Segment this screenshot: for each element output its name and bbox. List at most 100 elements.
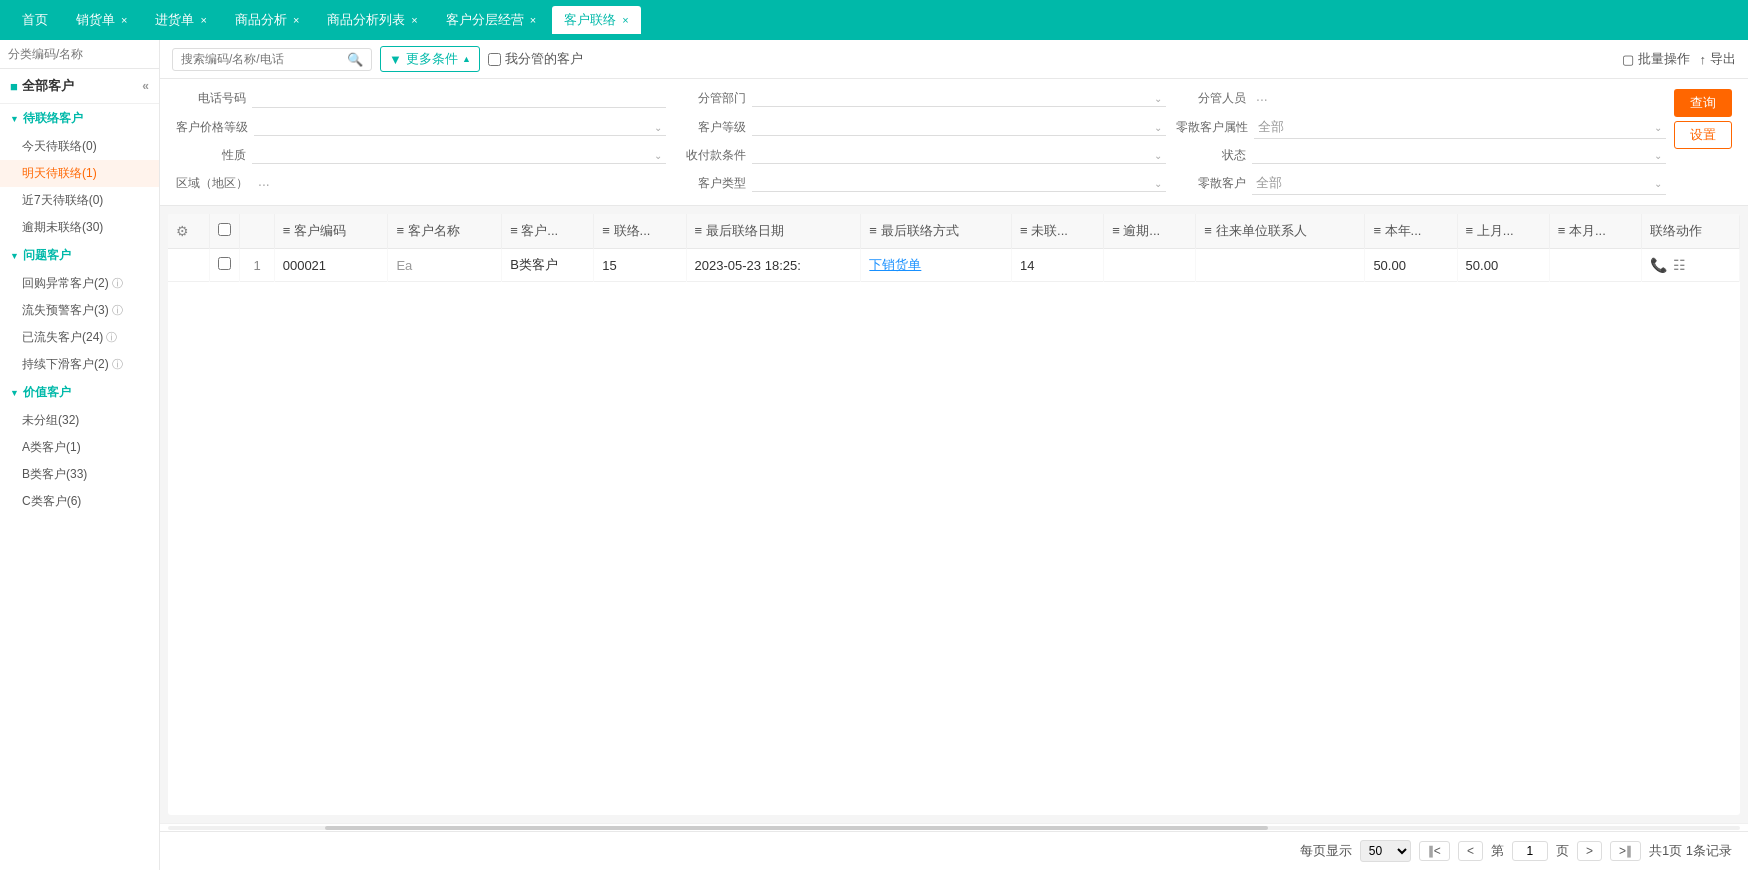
export-button[interactable]: ↑ 导出 bbox=[1700, 50, 1737, 68]
nav-close-icon[interactable]: × bbox=[200, 14, 206, 26]
nav-close-icon[interactable]: × bbox=[293, 14, 299, 26]
col-unit-contact[interactable]: ≡ 往来单位联系人 bbox=[1196, 214, 1365, 249]
nav-item-客户联络[interactable]: 客户联络× bbox=[552, 6, 640, 34]
col-code[interactable]: ≡ 客户编码 bbox=[274, 214, 388, 249]
customer-level-label: 客户等级 bbox=[676, 119, 746, 136]
nav-close-icon[interactable]: × bbox=[530, 14, 536, 26]
ctype-label: 客户类型 bbox=[676, 175, 746, 192]
ctype-select[interactable]: ⌄ bbox=[752, 176, 1166, 192]
col-type[interactable]: ≡ 客户... bbox=[502, 214, 594, 249]
sidebar-item[interactable]: 已流失客户(24) ⓘ bbox=[0, 324, 159, 351]
my-customers-check[interactable] bbox=[488, 53, 501, 66]
search-icon[interactable]: 🔍 bbox=[347, 52, 363, 67]
dept-label: 分管部门 bbox=[676, 90, 746, 107]
sidebar-item[interactable]: 未分组(32) bbox=[0, 407, 159, 434]
col-last-method[interactable]: ≡ 最后联络方式 bbox=[861, 214, 1012, 249]
filter-panel: 电话号码 分管部门 ⌄ 分管人员 ··· bbox=[160, 79, 1748, 206]
dept-select[interactable]: ⌄ bbox=[752, 91, 1166, 107]
my-customers-checkbox[interactable]: 我分管的客户 bbox=[488, 50, 583, 68]
sidebar-item[interactable]: A类客户(1) bbox=[0, 434, 159, 461]
col-settings[interactable]: ⚙ bbox=[168, 214, 210, 249]
row-last-method[interactable]: 下销货单 bbox=[861, 249, 1012, 282]
region-dots[interactable]: ··· bbox=[254, 176, 274, 192]
page-number-input[interactable] bbox=[1512, 841, 1548, 861]
batch-op-button[interactable]: ▢ 批量操作 bbox=[1622, 50, 1690, 68]
retail-customer-select[interactable]: 全部⌄ bbox=[1252, 172, 1666, 195]
first-page-button[interactable]: ∥< bbox=[1419, 841, 1450, 861]
retail-attr-select[interactable]: 全部⌄ bbox=[1254, 116, 1666, 139]
sidebar-section-价值客户[interactable]: 价值客户 bbox=[0, 378, 159, 407]
nav-close-icon[interactable]: × bbox=[121, 14, 127, 26]
sidebar-collapse-icon[interactable]: « bbox=[142, 79, 149, 93]
page-size-select[interactable]: 50 100 bbox=[1360, 840, 1411, 862]
select-all-checkbox[interactable] bbox=[218, 223, 231, 236]
status-select[interactable]: ⌄ bbox=[1252, 148, 1666, 164]
sidebar-section-问题客户[interactable]: 问题客户 bbox=[0, 241, 159, 270]
sidebar-item[interactable]: 今天待联络(0) bbox=[0, 133, 159, 160]
last-page-button[interactable]: >∥ bbox=[1610, 841, 1641, 861]
table-row: 1 000021 Ea B类客户 15 2023-05-23 18:25: 下销… bbox=[168, 249, 1740, 282]
nav-item-商品分析[interactable]: 商品分析× bbox=[223, 6, 311, 34]
row-type: B类客户 bbox=[502, 249, 594, 282]
toolbar-right: ▢ 批量操作 ↑ 导出 bbox=[1622, 50, 1737, 68]
retail-attr-filter: 零散客户属性 全部⌄ bbox=[1176, 116, 1666, 139]
row-code: 000021 bbox=[274, 249, 388, 282]
nav-item-进货单[interactable]: 进货单× bbox=[143, 6, 218, 34]
customer-level-select[interactable]: ⌄ bbox=[752, 120, 1166, 136]
nature-select[interactable]: ⌄ bbox=[252, 148, 666, 164]
sidebar-item[interactable]: 持续下滑客户(2) ⓘ bbox=[0, 351, 159, 378]
sidebar: 🔍 ■ 全部客户 « 待联络客户今天待联络(0)明天待联络(1)近7天待联络(0… bbox=[0, 40, 160, 870]
sidebar-search-area: 🔍 bbox=[0, 40, 159, 69]
col-no-contact[interactable]: ≡ 未联... bbox=[1011, 214, 1103, 249]
row-settings-icon[interactable] bbox=[168, 249, 210, 282]
sidebar-item[interactable]: 逾期未联络(30) bbox=[0, 214, 159, 241]
nav-close-icon[interactable]: × bbox=[411, 14, 417, 26]
col-this-year[interactable]: ≡ 本年... bbox=[1365, 214, 1457, 249]
sidebar-item[interactable]: 明天待联络(1) bbox=[0, 160, 159, 187]
horizontal-scrollbar[interactable] bbox=[160, 823, 1748, 831]
retail-customer-filter: 零散客户 全部⌄ bbox=[1176, 172, 1666, 195]
row-num: 1 bbox=[240, 249, 274, 282]
total-label: 共1页 1条记录 bbox=[1649, 842, 1732, 860]
col-name[interactable]: ≡ 客户名称 bbox=[388, 214, 502, 249]
col-this-month[interactable]: ≡ 本月... bbox=[1549, 214, 1641, 249]
nav-item-销货单[interactable]: 销货单× bbox=[64, 6, 139, 34]
row-action-phone-icon[interactable]: 📞 bbox=[1650, 257, 1667, 273]
search-input[interactable] bbox=[181, 52, 347, 66]
all-customers-item[interactable]: ■ 全部客户 « bbox=[0, 69, 159, 104]
col-last-date[interactable]: ≡ 最后联络日期 bbox=[686, 214, 861, 249]
sidebar-item[interactable]: B类客户(33) bbox=[0, 461, 159, 488]
row-overdue bbox=[1104, 249, 1196, 282]
phone-label: 电话号码 bbox=[176, 90, 246, 107]
sidebar-item[interactable]: 近7天待联络(0) bbox=[0, 187, 159, 214]
nav-close-icon[interactable]: × bbox=[622, 14, 628, 26]
col-overdue[interactable]: ≡ 逾期... bbox=[1104, 214, 1196, 249]
filter-row-1: 电话号码 分管部门 ⌄ 分管人员 ··· bbox=[176, 89, 1666, 108]
nav-item-商品分析列表[interactable]: 商品分析列表× bbox=[315, 6, 429, 34]
more-conditions-button[interactable]: ▼ 更多条件 ▲ bbox=[380, 46, 480, 72]
query-button[interactable]: 查询 bbox=[1674, 89, 1732, 117]
sidebar-item[interactable]: 回购异常客户(2) ⓘ bbox=[0, 270, 159, 297]
nav-item-客户分层经营[interactable]: 客户分层经营× bbox=[434, 6, 548, 34]
last-method-link[interactable]: 下销货单 bbox=[869, 257, 921, 272]
person-dots[interactable]: ··· bbox=[1252, 91, 1272, 107]
sidebar-item[interactable]: 流失预警客户(3) ⓘ bbox=[0, 297, 159, 324]
sidebar-item[interactable]: C类客户(6) bbox=[0, 488, 159, 515]
row-action-grid-icon[interactable]: ☷ bbox=[1673, 257, 1686, 273]
row-checkbox[interactable] bbox=[218, 257, 231, 270]
next-page-button[interactable]: > bbox=[1577, 841, 1602, 861]
col-contacts[interactable]: ≡ 联络... bbox=[594, 214, 686, 249]
settings-button[interactable]: 设置 bbox=[1674, 121, 1732, 149]
col-last-month[interactable]: ≡ 上月... bbox=[1457, 214, 1549, 249]
retail-attr-label: 零散客户属性 bbox=[1176, 119, 1248, 136]
prev-page-button[interactable]: < bbox=[1458, 841, 1483, 861]
sidebar-section-待联络客户[interactable]: 待联络客户 bbox=[0, 104, 159, 133]
search-box: 🔍 bbox=[172, 48, 372, 71]
batch-op-label: 批量操作 bbox=[1638, 50, 1690, 68]
table-container: ⚙ ≡ 客户编码 ≡ 客户名称 ≡ 客户... ≡ 联络... ≡ 最后联络日期… bbox=[168, 214, 1740, 815]
phone-input[interactable] bbox=[252, 89, 666, 108]
sidebar-search-input[interactable] bbox=[8, 47, 158, 61]
price-level-select[interactable]: ⌄ bbox=[254, 120, 666, 136]
payment-select[interactable]: ⌄ bbox=[752, 148, 1166, 164]
nav-item-首页[interactable]: 首页 bbox=[10, 6, 60, 34]
